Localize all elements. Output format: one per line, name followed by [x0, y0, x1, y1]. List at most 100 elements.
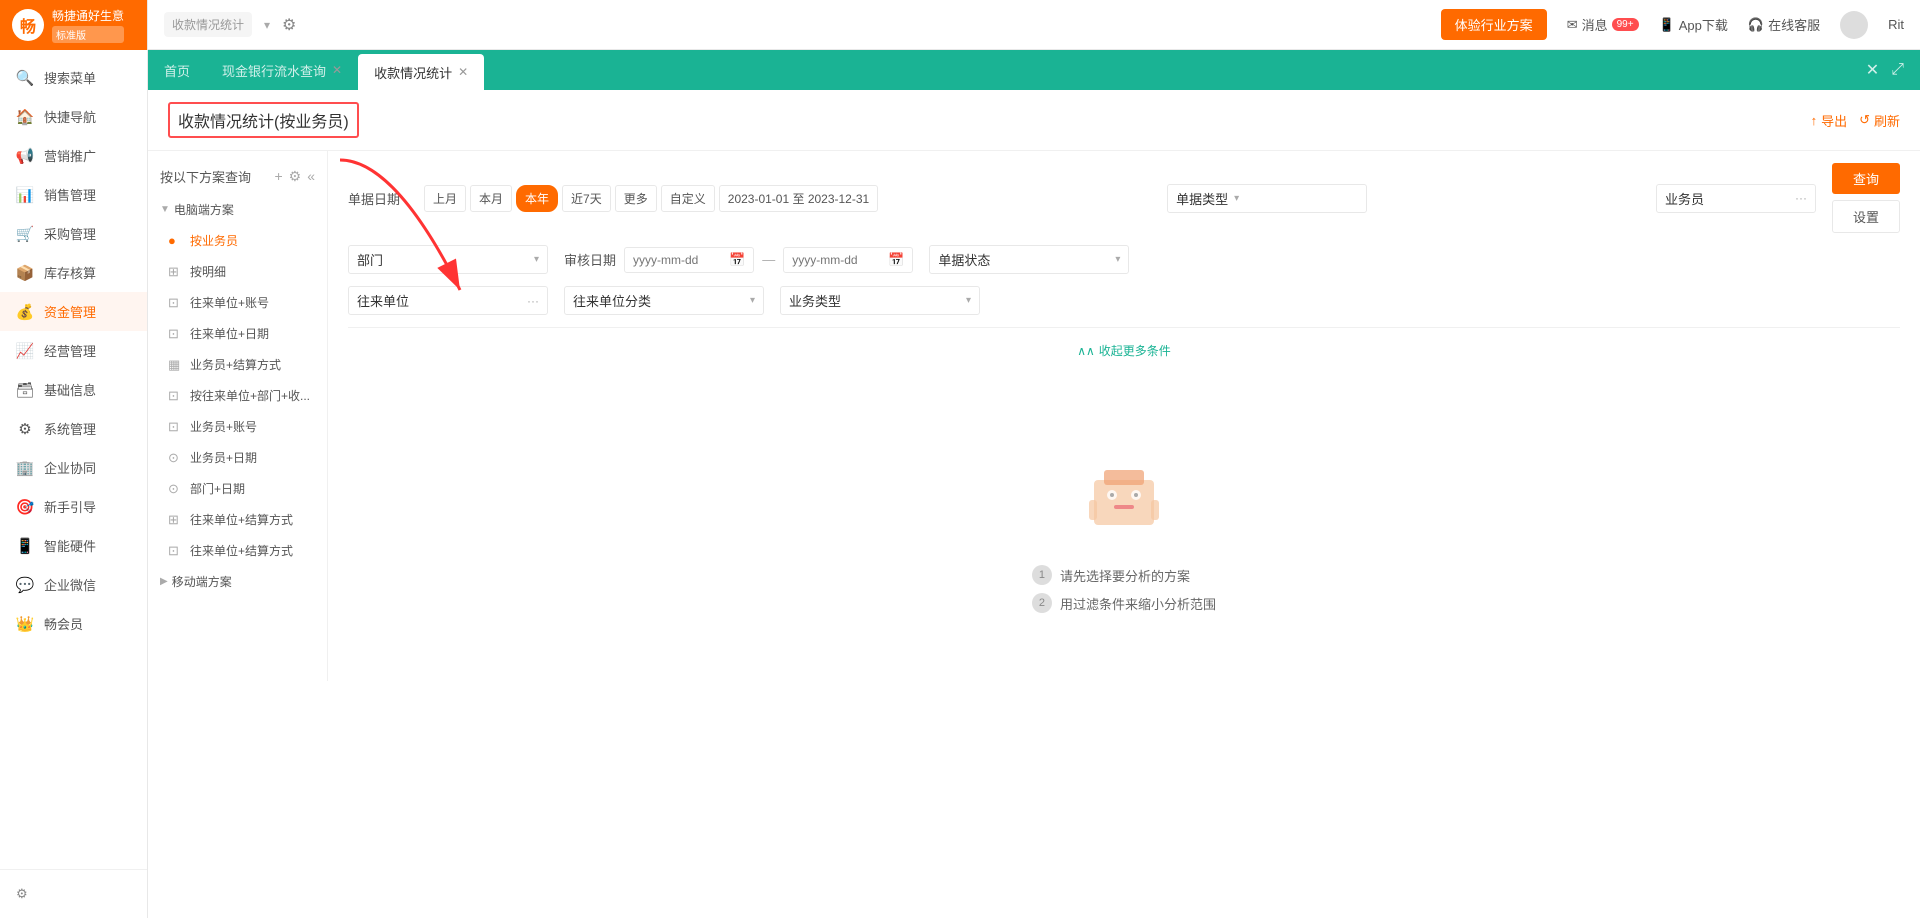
- tree-item-by-salesman[interactable]: ● 按业务员: [156, 225, 327, 256]
- app-logo: 畅 畅捷通好生意 标准版: [0, 0, 147, 50]
- gear-settings-icon[interactable]: ⚙: [282, 15, 296, 35]
- settings-bottom-icon: ⚙: [16, 886, 28, 902]
- online-service-action[interactable]: 🎧 在线客服: [1748, 15, 1820, 34]
- tab-home[interactable]: 首页: [148, 50, 206, 90]
- guide-icon: 🎯: [16, 498, 34, 516]
- sidebar-item-guide[interactable]: 🎯 新手引导: [0, 487, 147, 526]
- action-btn-group: 查询 设置: [1832, 163, 1900, 233]
- tree-item-partner-account[interactable]: ⊡ 往来单位+账号: [156, 287, 327, 318]
- marketing-icon: 📢: [16, 147, 34, 165]
- tree-item-by-detail[interactable]: ⊞ 按明细: [156, 256, 327, 287]
- trial-button[interactable]: 体验行业方案: [1441, 9, 1547, 40]
- sidebar-item-finance[interactable]: 💰 资金管理: [0, 292, 147, 331]
- partner-label: 往来单位: [357, 291, 409, 310]
- settings-button[interactable]: 设置: [1832, 200, 1900, 233]
- tree-item-partner-settle2[interactable]: ⊡ 往来单位+结算方式: [156, 535, 327, 566]
- service-icon: 🎧: [1748, 17, 1764, 33]
- search-area: 单据日期 上月 本月 本年 近7天 更多 自定义 2023-01-01 至 20…: [328, 151, 1920, 385]
- date-btn-7days[interactable]: 近7天: [562, 185, 611, 212]
- sidebar-item-inventory[interactable]: 📦 库存核算: [0, 253, 147, 292]
- panel-settings-icon[interactable]: ⚙: [289, 168, 302, 185]
- partner-category-label: 往来单位分类: [573, 291, 651, 310]
- finance-icon: 💰: [16, 303, 34, 321]
- tree-item-salesman-account[interactable]: ⊡ 业务员+账号: [156, 411, 327, 442]
- tree-arrow-icon: ▼: [160, 204, 170, 215]
- user-name: Rit: [1888, 17, 1904, 32]
- sidebar-bottom: ⚙: [0, 869, 147, 918]
- collapse-button[interactable]: ∧∧ 收起更多条件: [348, 336, 1900, 365]
- operation-icon: 📈: [16, 342, 34, 360]
- review-date-start[interactable]: 📅: [624, 247, 754, 273]
- sidebar-item-purchase[interactable]: 🛒 采购管理: [0, 214, 147, 253]
- search-menu-icon: 🔍: [16, 69, 34, 87]
- smart-hw-icon: 📱: [16, 537, 34, 555]
- dept-dropdown-icon[interactable]: ▾: [534, 254, 539, 265]
- sidebar-item-search-menu[interactable]: 🔍 搜索菜单: [0, 58, 147, 97]
- sidebar-item-quick-nav[interactable]: 🏠 快捷导航: [0, 97, 147, 136]
- tab-bar: 首页 现金银行流水查询 ✕ 收款情况统计 ✕ ✕ ⤢: [148, 50, 1920, 90]
- basic-info-icon: 🗃: [16, 381, 34, 399]
- tree-mobile-group[interactable]: ▶ 移动端方案: [148, 566, 327, 597]
- sidebar-item-system[interactable]: ⚙ 系统管理: [0, 409, 147, 448]
- date-btn-last-month[interactable]: 上月: [424, 185, 466, 212]
- message-action[interactable]: ✉ 消息 99+: [1567, 15, 1639, 34]
- collapse-section: ∧∧ 收起更多条件: [348, 327, 1900, 373]
- date-separator: —: [762, 252, 775, 267]
- purchase-icon: 🛒: [16, 225, 34, 243]
- message-badge: 99+: [1612, 18, 1639, 31]
- empty-state: 1 请先选择要分析的方案 2 用过滤条件来缩小分析范围: [328, 385, 1920, 681]
- panel-collapse-icon[interactable]: «: [307, 168, 315, 185]
- app-download-action[interactable]: 📱 App下载: [1659, 15, 1728, 34]
- tab-bank-flow[interactable]: 现金银行流水查询 ✕: [206, 50, 358, 90]
- sidebar-item-smart-hw[interactable]: 📱 智能硬件: [0, 526, 147, 565]
- date-btn-this-month[interactable]: 本月: [470, 185, 512, 212]
- sidebar-settings[interactable]: ⚙: [0, 878, 147, 910]
- sidebar-item-marketing[interactable]: 📢 营销推广: [0, 136, 147, 175]
- salesman-more-icon[interactable]: ···: [1795, 191, 1807, 205]
- voucher-status-dropdown-icon[interactable]: ▾: [1115, 254, 1120, 265]
- sidebar-item-member[interactable]: 👑 畅会员: [0, 604, 147, 643]
- calendar-start-icon[interactable]: 📅: [729, 252, 745, 268]
- tab-receipt-stats[interactable]: 收款情况统计 ✕: [358, 54, 484, 90]
- review-date-end[interactable]: 📅: [783, 247, 913, 273]
- business-type-dropdown-icon[interactable]: ▾: [966, 295, 971, 306]
- date-btn-this-year[interactable]: 本年: [516, 185, 558, 212]
- sidebar-item-wechat[interactable]: 💬 企业微信: [0, 565, 147, 604]
- tab-bank-flow-close[interactable]: ✕: [332, 63, 342, 77]
- tree-item-salesman-settle[interactable]: ▦ 业务员+结算方式: [156, 349, 327, 380]
- tree-item-partner-date[interactable]: ⊡ 往来单位+日期: [156, 318, 327, 349]
- tree-item-partner-dept-receipt[interactable]: ⊡ 按往来单位+部门+收...: [156, 380, 327, 411]
- tab-receipt-stats-close[interactable]: ✕: [458, 65, 468, 79]
- sidebar-item-operation[interactable]: 📈 经营管理: [0, 331, 147, 370]
- tab-close-all-icon[interactable]: ✕: [1866, 60, 1879, 80]
- page-title-bar: 收款情况统计(按业务员) ↑ 导出 ↺ 刷新: [148, 90, 1920, 151]
- review-date-end-input[interactable]: [792, 253, 882, 267]
- tree-item-partner-settle1[interactable]: ⊞ 往来单位+结算方式: [156, 504, 327, 535]
- review-date-start-input[interactable]: [633, 253, 723, 267]
- salesman-date-icon: ⊙: [168, 450, 184, 466]
- tree-mobile-arrow-icon: ▶: [160, 576, 168, 587]
- tip-num-2: 2: [1032, 593, 1052, 613]
- query-button[interactable]: 查询: [1832, 163, 1900, 194]
- date-btn-more[interactable]: 更多: [615, 185, 657, 212]
- tree-item-dept-date[interactable]: ⊙ 部门+日期: [156, 473, 327, 504]
- user-avatar[interactable]: [1840, 11, 1868, 39]
- sidebar-item-sales[interactable]: 📊 销售管理: [0, 175, 147, 214]
- voucher-status-field: 单据状态 ▾: [929, 245, 1129, 274]
- refresh-button[interactable]: ↺ 刷新: [1859, 111, 1900, 130]
- calendar-end-icon[interactable]: 📅: [888, 252, 904, 268]
- tree-item-salesman-date[interactable]: ⊙ 业务员+日期: [156, 442, 327, 473]
- sidebar-item-basic-info[interactable]: 🗃 基础信息: [0, 370, 147, 409]
- export-button[interactable]: ↑ 导出: [1811, 111, 1848, 130]
- partner-more-icon[interactable]: ···: [527, 294, 539, 308]
- tip-num-1: 1: [1032, 565, 1052, 585]
- sidebar-item-enterprise[interactable]: 🏢 企业协同: [0, 448, 147, 487]
- tree-desktop-group[interactable]: ▼ 电脑端方案: [148, 194, 327, 225]
- main-area: 收款情况统计 ▾ ⚙ 体验行业方案 ✉ 消息 99+ 📱 App下载 🎧: [148, 0, 1920, 918]
- date-btn-custom[interactable]: 自定义: [661, 185, 715, 212]
- voucher-type-dropdown-icon[interactable]: ▾: [1234, 193, 1239, 204]
- tab-expand-icon[interactable]: ⤢: [1891, 61, 1904, 79]
- panel-add-icon[interactable]: +: [274, 168, 282, 185]
- partner-category-dropdown-icon[interactable]: ▾: [750, 295, 755, 306]
- enterprise-icon: 🏢: [16, 459, 34, 477]
